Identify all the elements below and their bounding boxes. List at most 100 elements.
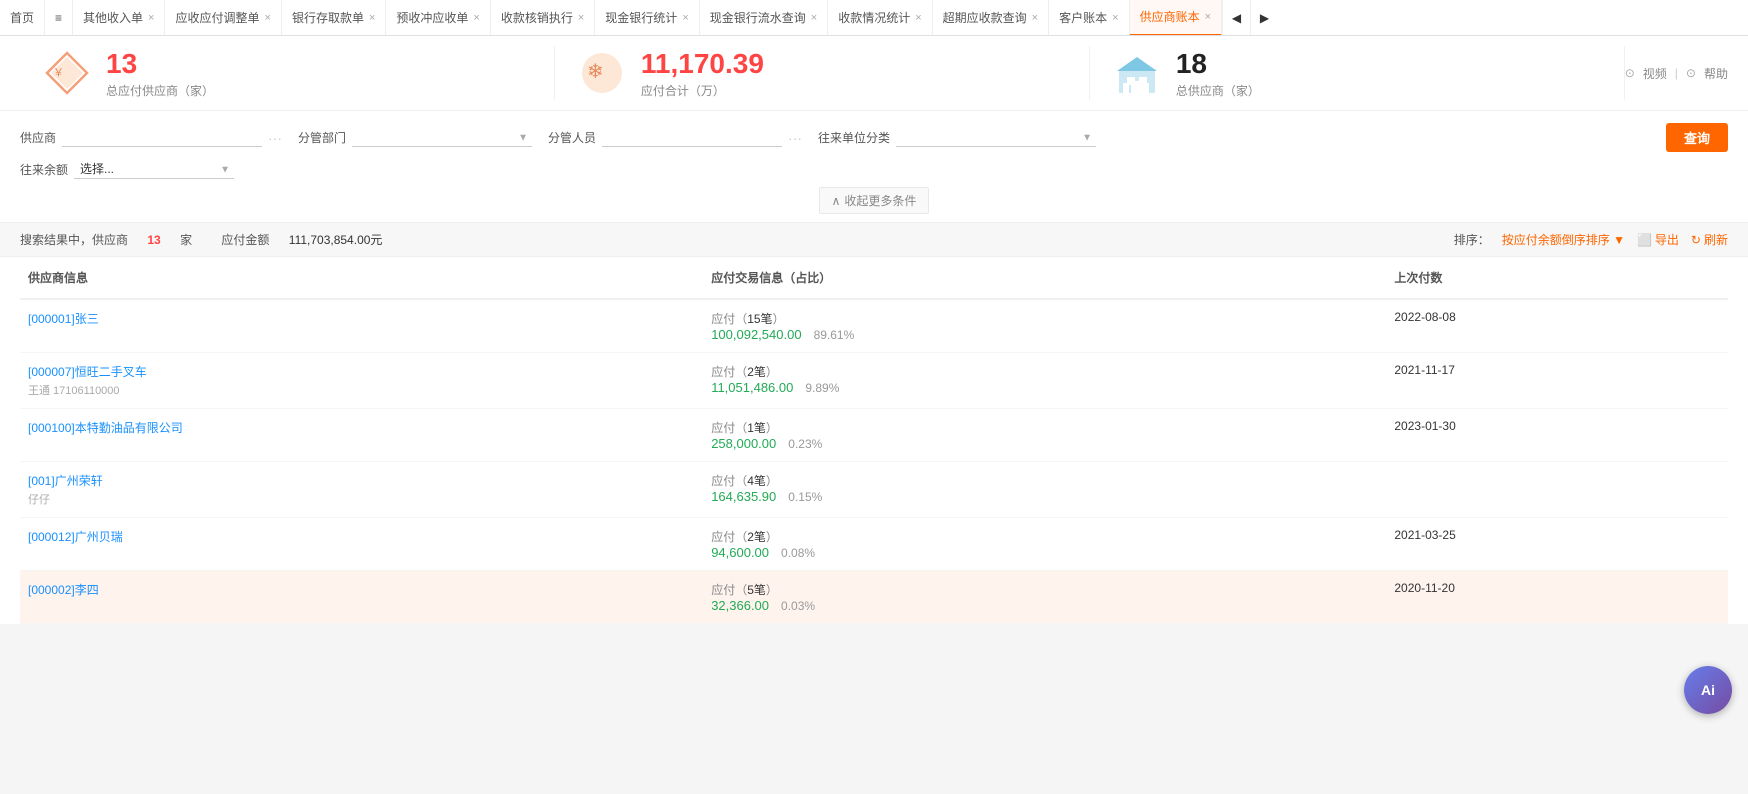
amount-row-3[interactable]: 258,000.00: [711, 436, 776, 451]
last-payment-row-6: 2020-11-20: [1386, 571, 1728, 624]
percentage-row-6: 0.03%: [781, 599, 815, 613]
nav-next-arrow[interactable]: ▶: [1250, 0, 1278, 36]
summary-payable-suppliers: ¥ ￥ 13 总应付供应商（家）: [20, 46, 555, 100]
close-ar-ap[interactable]: ×: [265, 12, 271, 24]
nav-prev-arrow[interactable]: ◀: [1222, 0, 1250, 36]
percentage-row-5: 0.08%: [781, 546, 815, 560]
supplier-cell-row-2: [000007]恒旺二手叉车王通 17106110000: [20, 353, 703, 409]
filter-row-1: 供应商 ··· 分管部门 ▼ 分管人员 ··· 往来单位分类 ▼ 查询: [20, 123, 1728, 152]
collapse-icon: ∧: [832, 194, 841, 208]
nav-tab-payment-stat[interactable]: 收款情况统计 ×: [828, 0, 932, 36]
sort-selector[interactable]: 按应付余额倒序排序 ▼: [1502, 231, 1625, 248]
table-row: [000007]恒旺二手叉车王通 17106110000应付（2笔）11,051…: [20, 353, 1728, 409]
tx-cell-row-5: 应付（2笔）94,600.000.08%: [703, 518, 1386, 571]
supplier-link-row-3[interactable]: [000100]本特勤油品有限公司: [28, 421, 183, 435]
nav-tab-supplier-ledger[interactable]: 供应商账本 ×: [1130, 0, 1222, 36]
ai-button[interactable]: Ai: [1684, 666, 1732, 714]
nav-tab-customer-ledger[interactable]: 客户账本 ×: [1049, 0, 1129, 36]
table-row: [000002]李四应付（5笔）32,366.000.03%2020-11-20: [20, 571, 1728, 624]
nav-tab-ar-ap-adjust[interactable]: 应收应付调整单 ×: [165, 0, 281, 36]
nav-tab-advance-ar[interactable]: 预收冲应收单 ×: [386, 0, 490, 36]
nav-tab-menu[interactable]: ≡: [45, 0, 73, 36]
help-link[interactable]: 帮助: [1704, 65, 1728, 82]
amount-row-6[interactable]: 32,366.00: [711, 598, 769, 613]
last-payment-row-3: 2023-01-30: [1386, 409, 1728, 462]
tx-cell-row-6: 应付（5笔）32,366.000.03%: [703, 571, 1386, 624]
nav-tab-other-income[interactable]: 其他收入单 ×: [73, 0, 165, 36]
nav-tab-overdue-ar[interactable]: 超期应收款查询 ×: [933, 0, 1049, 36]
result-info: 搜索结果中，供应商 13 家 应付金额 111,703,854.00元: [20, 231, 414, 248]
person-input[interactable]: [602, 128, 782, 147]
category-label: 往来单位分类: [818, 129, 890, 146]
close-supplier[interactable]: ×: [1205, 11, 1211, 23]
percentage-row-2: 9.89%: [805, 381, 839, 395]
svg-text:￥: ￥: [53, 67, 64, 79]
store-icon: [1110, 46, 1164, 100]
supplier-cell-row-6: [000002]李四: [20, 571, 703, 624]
amount-row-1[interactable]: 100,092,540.00: [711, 327, 801, 342]
close-customer[interactable]: ×: [1112, 12, 1118, 24]
nav-tab-home[interactable]: 首页: [0, 0, 45, 36]
top-right-links: ⊙ 视频 | ⊙ 帮助: [1625, 65, 1728, 82]
supplier-table: 供应商信息 应付交易信息（占比） 上次付数 [000001]张三应付（15笔）1…: [20, 257, 1728, 624]
supplier-link-row-6[interactable]: [000002]李四: [28, 583, 99, 597]
close-bank[interactable]: ×: [369, 12, 375, 24]
last-payment-row-4: [1386, 462, 1728, 518]
sort-label: 排序：: [1454, 231, 1490, 248]
filter-area: 供应商 ··· 分管部门 ▼ 分管人员 ··· 往来单位分类 ▼ 查询: [0, 111, 1748, 223]
supplier-link-row-1[interactable]: [000001]张三: [28, 312, 99, 326]
filter-person: 分管人员 ···: [548, 128, 802, 147]
nav-tab-cash-bank-flow[interactable]: 现金银行流水查询 ×: [700, 0, 828, 36]
close-cash-stat[interactable]: ×: [682, 12, 688, 24]
last-payment-row-2: 2021-11-17: [1386, 353, 1728, 409]
svg-text:❄: ❄: [587, 61, 604, 83]
supplier-sub-info-row-4: 仔仔: [28, 491, 695, 507]
supplier-label: 供应商: [20, 129, 56, 146]
nav-tab-payment-verify[interactable]: 收款核销执行 ×: [491, 0, 595, 36]
close-other-income[interactable]: ×: [148, 12, 154, 24]
total-suppliers-number: 18: [1176, 48, 1260, 80]
supplier-cell-row-4: [001]广州荣轩仔仔: [20, 462, 703, 518]
data-table-container: 供应商信息 应付交易信息（占比） 上次付数 [000001]张三应付（15笔）1…: [0, 257, 1748, 624]
supplier-cell-row-1: [000001]张三: [20, 299, 703, 353]
supplier-link-row-4[interactable]: [001]广州荣轩: [28, 474, 103, 488]
percentage-row-4: 0.15%: [788, 490, 822, 504]
close-payment-stat[interactable]: ×: [915, 12, 921, 24]
amount-row-5[interactable]: 94,600.00: [711, 545, 769, 560]
balance-label: 往来余额: [20, 161, 68, 178]
refresh-button[interactable]: ↻ 刷新: [1691, 231, 1728, 248]
table-row: [000001]张三应付（15笔）100,092,540.0089.61%202…: [20, 299, 1728, 353]
export-icon: ⬜: [1637, 233, 1652, 247]
close-cash-flow[interactable]: ×: [811, 12, 817, 24]
category-input[interactable]: [896, 128, 1096, 147]
supplier-input[interactable]: [62, 128, 262, 147]
diamond-icon: ¥ ￥: [40, 46, 94, 100]
filter-supplier: 供应商 ···: [20, 128, 282, 147]
close-payment-verify[interactable]: ×: [578, 12, 584, 24]
export-button[interactable]: ⬜ 导出: [1637, 231, 1679, 248]
circle-play-icon: ⊙: [1625, 66, 1635, 80]
supplier-link-row-2[interactable]: [000007]恒旺二手叉车: [28, 365, 147, 379]
close-overdue[interactable]: ×: [1032, 12, 1038, 24]
th-supplier-info: 供应商信息: [20, 257, 703, 299]
tx-cell-row-2: 应付（2笔）11,051,486.009.89%: [703, 353, 1386, 409]
query-button[interactable]: 查询: [1666, 123, 1728, 152]
supplier-cell-row-5: [000012]广州贝瑞: [20, 518, 703, 571]
person-more-icon[interactable]: ···: [788, 130, 802, 146]
video-link[interactable]: 视频: [1643, 65, 1667, 82]
amount-row-2[interactable]: 11,051,486.00: [711, 380, 793, 395]
table-row: [001]广州荣轩仔仔应付（4笔）164,635.900.15%: [20, 462, 1728, 518]
result-actions: 排序： 按应付余额倒序排序 ▼ ⬜ 导出 ↻ 刷新: [1454, 231, 1728, 248]
payable-amount-label: 应付合计（万）: [641, 82, 764, 99]
nav-tab-cash-bank-stat[interactable]: 现金银行统计 ×: [595, 0, 699, 36]
collapse-button[interactable]: ∧ 收起更多条件: [819, 187, 930, 214]
amount-row-4[interactable]: 164,635.90: [711, 489, 776, 504]
nav-tab-bank-deposit[interactable]: 银行存取款单 ×: [282, 0, 386, 36]
dept-input[interactable]: [352, 128, 532, 147]
person-label: 分管人员: [548, 129, 596, 146]
supplier-more-icon[interactable]: ···: [268, 130, 282, 146]
balance-select[interactable]: 选择...: [74, 160, 234, 179]
close-advance[interactable]: ×: [473, 12, 479, 24]
supplier-link-row-5[interactable]: [000012]广州贝瑞: [28, 530, 123, 544]
tx-cell-row-1: 应付（15笔）100,092,540.0089.61%: [703, 299, 1386, 353]
